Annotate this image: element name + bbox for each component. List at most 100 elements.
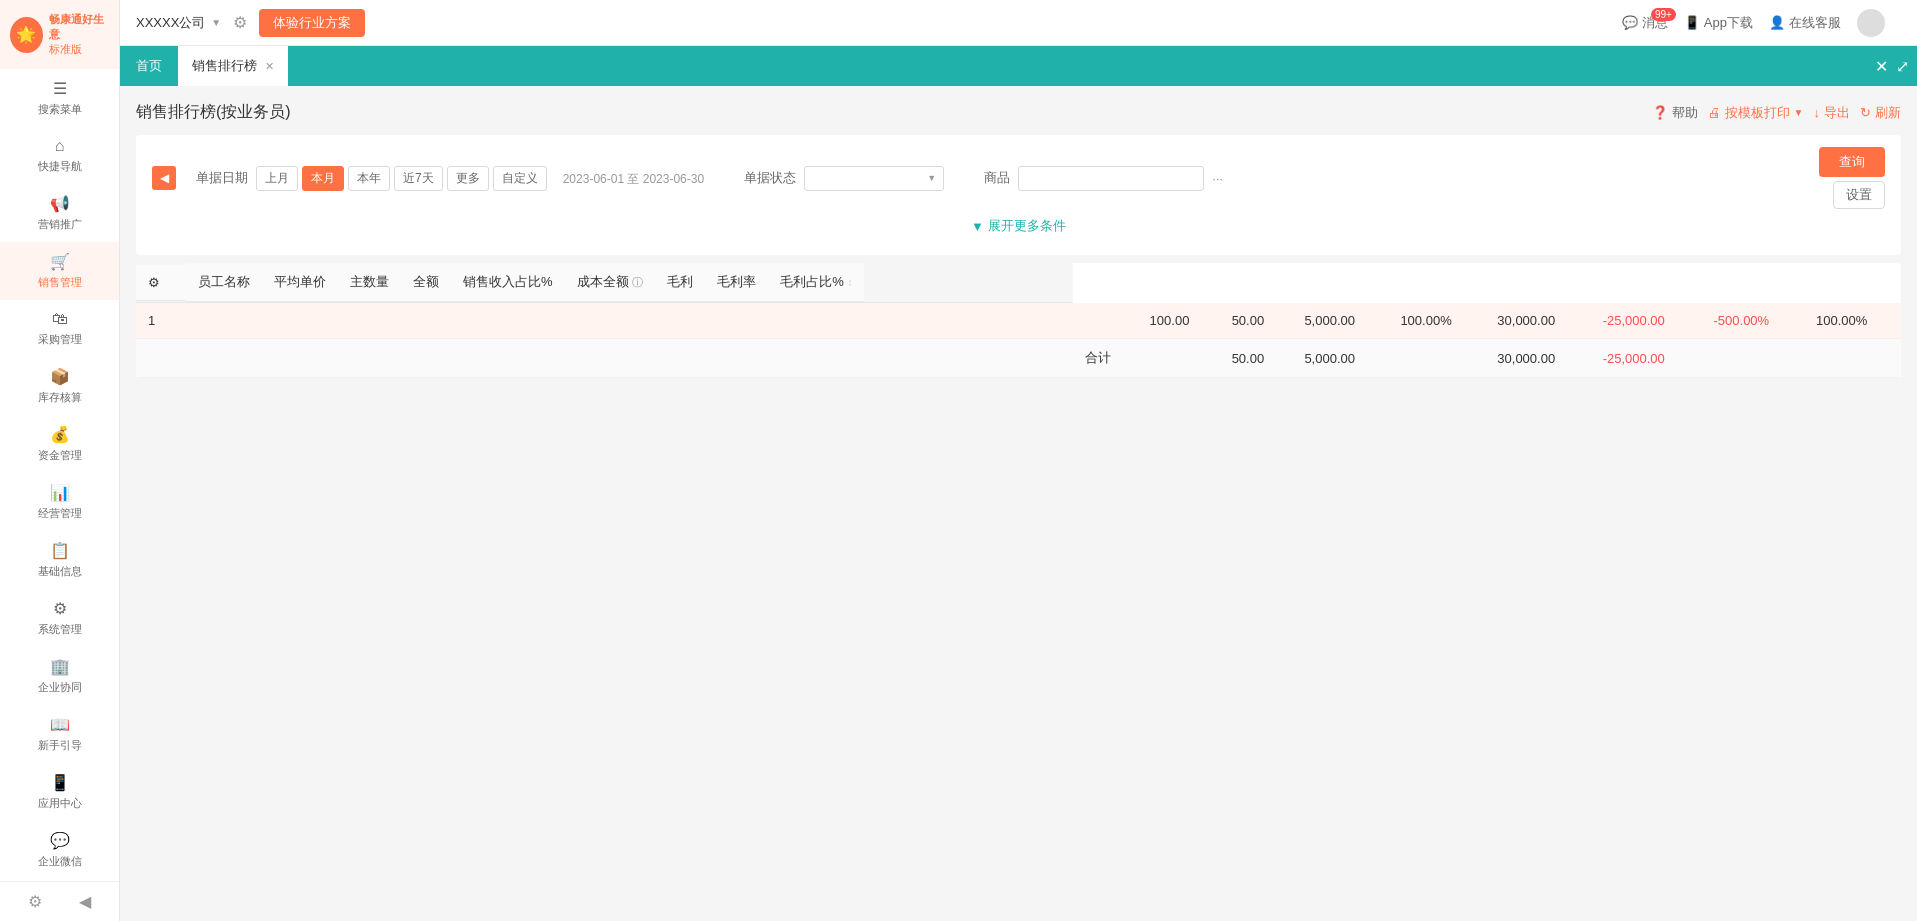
collapse-sidebar-btn[interactable]: ◀ bbox=[79, 892, 91, 911]
sidebar-item-appcenter[interactable]: 📱 应用中心 bbox=[0, 763, 119, 821]
system-icon: ⚙ bbox=[53, 599, 67, 618]
service-icon: 👤 bbox=[1769, 15, 1785, 30]
print-btn[interactable]: 🖨 按模板打印 ▼ bbox=[1708, 104, 1804, 122]
basicinfo-icon: 📋 bbox=[50, 541, 70, 560]
page-actions: ❓ 帮助 🖨 按模板打印 ▼ ↓ 导出 ↻ 刷新 bbox=[1652, 104, 1901, 122]
sidebar-item-finance[interactable]: 💰 资金管理 bbox=[0, 415, 119, 473]
sidebar-item-sales[interactable]: 🛒 销售管理 bbox=[0, 242, 119, 300]
sidebar-item-label: 库存核算 bbox=[38, 390, 82, 405]
settings-footer-btn[interactable]: ⚙ bbox=[28, 892, 42, 911]
message-icon: 💬 bbox=[1622, 15, 1638, 30]
table-footer-row: 合计 50.00 5,000.00 30,000.00 -25,000.00 bbox=[136, 339, 1901, 378]
refresh-btn[interactable]: ↻ 刷新 bbox=[1860, 104, 1901, 122]
filter-row: ◀ 单据日期 上月 本月 本年 近7天 更多 自定义 bbox=[152, 147, 1885, 209]
sidebar-item-system[interactable]: ⚙ 系统管理 bbox=[0, 589, 119, 647]
marketing-icon: 📢 bbox=[50, 194, 70, 213]
col-qty-label: 主数量 bbox=[350, 274, 389, 289]
col-sales-pct-label: 销售收入占比% bbox=[463, 274, 553, 289]
logo-line2: 标准版 bbox=[49, 42, 109, 57]
online-service-btn[interactable]: 👤 在线客服 bbox=[1769, 14, 1841, 32]
tab-bar: 首页 销售排行榜 ✕ ✕ ⤢ bbox=[120, 46, 1917, 86]
footer-profit-pct bbox=[1804, 339, 1901, 378]
logo-text: 畅康通好生意 标准版 bbox=[49, 12, 109, 57]
avatar[interactable] bbox=[1857, 9, 1885, 37]
footer-label: 合计 bbox=[1073, 339, 1137, 378]
footer-avg-price bbox=[1138, 339, 1220, 378]
sidebar-item-wechat[interactable]: 💬 企业微信 bbox=[0, 821, 119, 879]
goods-input[interactable] bbox=[1018, 166, 1204, 191]
col-profit: 毛利 bbox=[655, 263, 705, 302]
company-selector[interactable]: XXXXX公司 ▼ bbox=[136, 14, 221, 32]
tab-close-btn[interactable]: ✕ bbox=[265, 60, 274, 73]
sidebar-item-label: 采购管理 bbox=[38, 332, 82, 347]
help-btn[interactable]: ❓ 帮助 bbox=[1652, 104, 1698, 122]
footer-profit: -25,000.00 bbox=[1591, 339, 1702, 378]
sidebar-item-search[interactable]: ☰ 搜索菜单 bbox=[0, 69, 119, 127]
inventory-icon: 📦 bbox=[50, 367, 70, 386]
message-btn[interactable]: 💬 消息 99+ bbox=[1622, 14, 1668, 32]
footer-profit-rate bbox=[1702, 339, 1805, 378]
date-btn-more[interactable]: 更多 bbox=[447, 166, 489, 191]
status-filter-label: 单据状态 bbox=[744, 169, 796, 187]
sidebar-item-guide[interactable]: 📖 新手引导 bbox=[0, 705, 119, 763]
finance-icon: 💰 bbox=[50, 425, 70, 444]
table-container: ⚙ 员工名称 平均单价 主数量 bbox=[136, 263, 1901, 378]
sidebar-item-inventory[interactable]: 📦 库存核算 bbox=[0, 357, 119, 415]
col-profit-label: 毛利 bbox=[667, 274, 693, 289]
cell-rank: 1 bbox=[136, 303, 1073, 339]
export-btn[interactable]: ↓ 导出 bbox=[1814, 104, 1851, 122]
sidebar-item-label: 搜索菜单 bbox=[38, 102, 82, 117]
col-cost-label: 成本全额 bbox=[577, 274, 629, 289]
col-avg-price: 平均单价 bbox=[262, 263, 338, 302]
operations-icon: 📊 bbox=[50, 483, 70, 502]
col-profit-pct: 毛利占比% ↕ bbox=[768, 263, 864, 302]
date-btn-7days[interactable]: 近7天 bbox=[394, 166, 443, 191]
tab-close-all-btn[interactable]: ✕ bbox=[1875, 57, 1888, 76]
filter-collapse-btn[interactable]: ◀ bbox=[152, 166, 176, 190]
sidebar-item-operations[interactable]: 📊 经营管理 bbox=[0, 473, 119, 531]
tab-label: 销售排行榜 bbox=[192, 57, 257, 75]
sidebar-item-basicinfo[interactable]: 📋 基础信息 bbox=[0, 531, 119, 589]
tab-restore-btn[interactable]: ⤢ bbox=[1896, 57, 1909, 76]
date-btn-last-month[interactable]: 上月 bbox=[256, 166, 298, 191]
sidebar-item-marketing[interactable]: 📢 营销推广 bbox=[0, 184, 119, 242]
try-industry-btn[interactable]: 体验行业方案 bbox=[259, 9, 365, 37]
date-btn-this-year[interactable]: 本年 bbox=[348, 166, 390, 191]
sidebar-item-label: 企业微信 bbox=[38, 854, 82, 869]
footer-qty: 50.00 bbox=[1220, 339, 1293, 378]
expand-more-btn[interactable]: ▼ 展开更多条件 bbox=[971, 217, 1066, 235]
filter-settings-btn[interactable]: 设置 bbox=[1833, 181, 1885, 209]
guide-icon: 📖 bbox=[50, 715, 70, 734]
enterprise-icon: 🏢 bbox=[50, 657, 70, 676]
sidebar-item-label: 销售管理 bbox=[38, 275, 82, 290]
date-btn-custom[interactable]: 自定义 bbox=[493, 166, 547, 191]
logo-line1: 畅康通好生意 bbox=[49, 12, 109, 42]
tab-home[interactable]: 首页 bbox=[120, 46, 178, 86]
cell-sales-pct: 100.00% bbox=[1388, 303, 1485, 339]
tab-sales-ranking[interactable]: 销售排行榜 ✕ bbox=[178, 46, 288, 86]
cell-amount: 5,000.00 bbox=[1292, 303, 1388, 339]
table-settings-icon[interactable]: ⚙ bbox=[148, 275, 160, 290]
header-settings-btn[interactable]: ⚙ bbox=[233, 13, 247, 32]
cell-qty: 50.00 bbox=[1220, 303, 1293, 339]
status-select-wrapper bbox=[804, 166, 944, 191]
col-amount: 全额 bbox=[401, 263, 451, 302]
sidebar-item-quicknav[interactable]: ⌂ 快捷导航 bbox=[0, 127, 119, 184]
goods-more-btn[interactable]: ··· bbox=[1212, 171, 1223, 186]
app-download-btn[interactable]: 📱 App下载 bbox=[1684, 14, 1753, 32]
home-icon: ⌂ bbox=[55, 137, 65, 155]
export-icon: ↓ bbox=[1814, 105, 1821, 120]
query-btn[interactable]: 查询 bbox=[1819, 147, 1885, 177]
col-profit-rate: 毛利率 bbox=[705, 263, 768, 302]
sidebar-footer: ⚙ ◀ bbox=[0, 881, 119, 921]
col-name-label: 员工名称 bbox=[198, 274, 250, 289]
sidebar-item-enterprise[interactable]: 🏢 企业协同 bbox=[0, 647, 119, 705]
status-select[interactable] bbox=[804, 166, 944, 191]
sidebar-item-label: 营销推广 bbox=[38, 217, 82, 232]
profit-pct-sort-icon[interactable]: ↕ bbox=[847, 277, 852, 288]
sidebar-item-purchase[interactable]: 🛍 采购管理 bbox=[0, 300, 119, 357]
table-footer: 合计 50.00 5,000.00 30,000.00 -25,000.00 bbox=[136, 339, 1901, 378]
date-btn-this-month[interactable]: 本月 bbox=[302, 166, 344, 191]
help-label: 帮助 bbox=[1672, 104, 1698, 122]
logo-icon: 🌟 bbox=[10, 17, 43, 53]
